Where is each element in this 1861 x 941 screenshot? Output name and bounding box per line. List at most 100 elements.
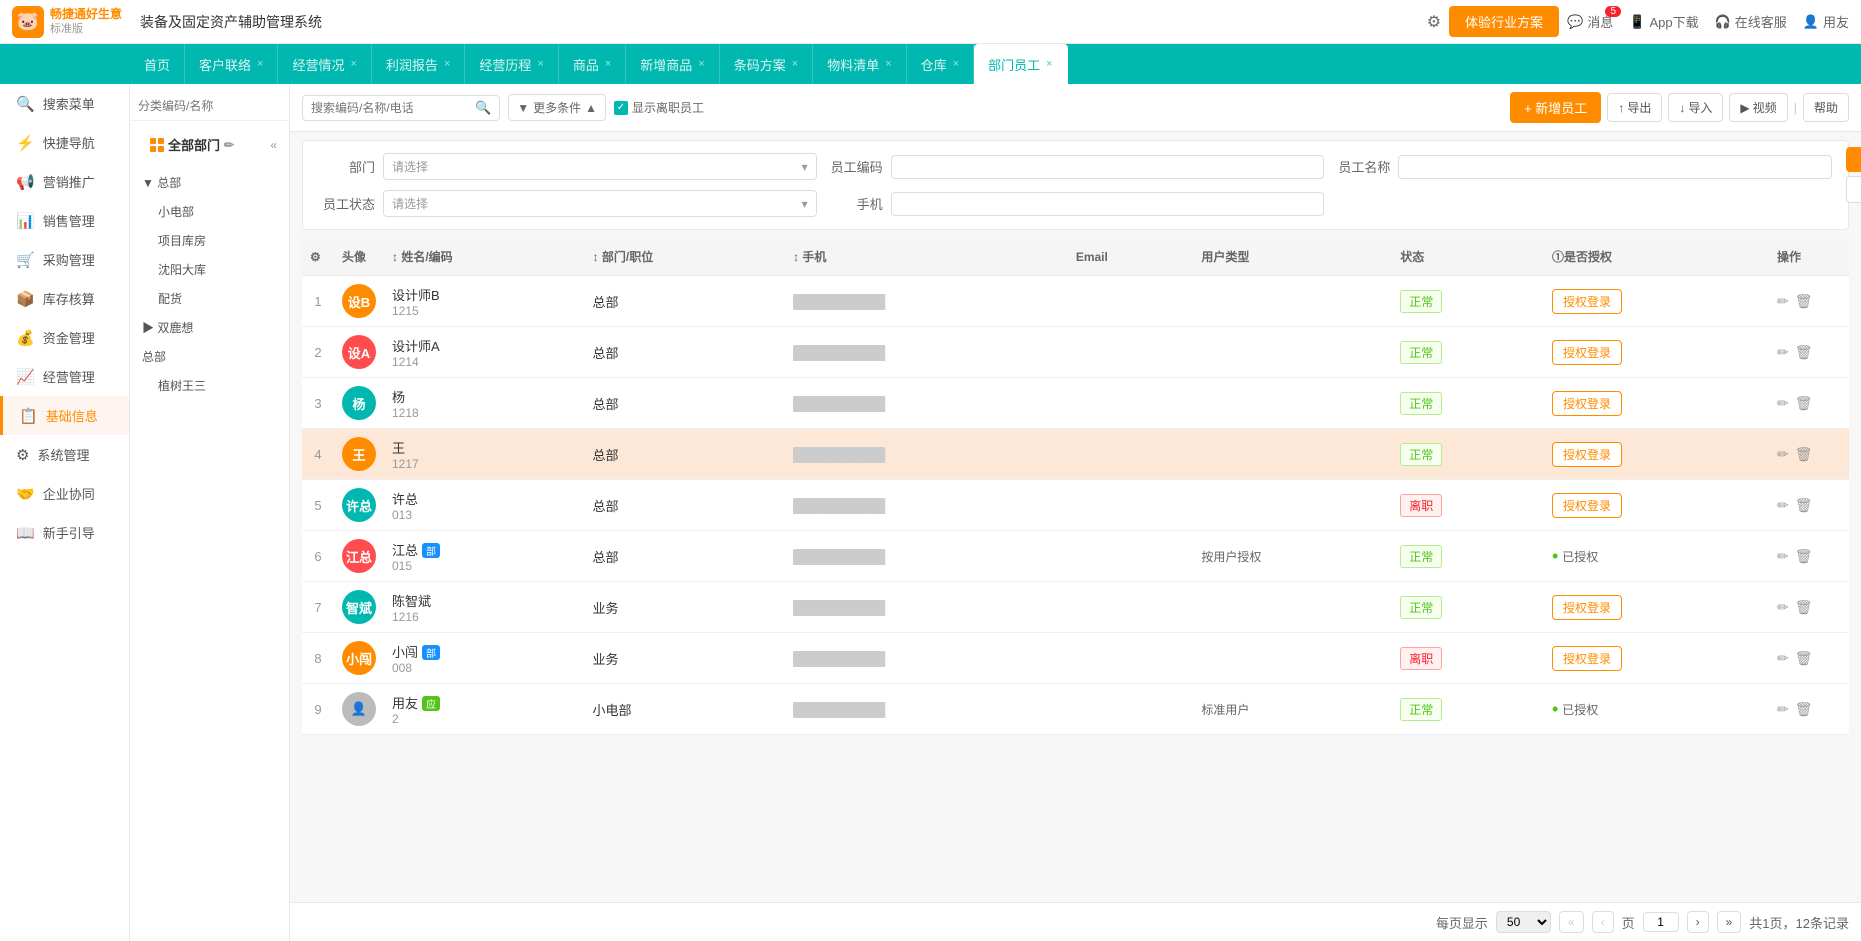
col-dept[interactable]: ↕ 部门/职位 [585, 238, 786, 276]
dept-node[interactable]: ▶ 双鹿想 [130, 313, 289, 342]
search-icon[interactable]: 🔍 [475, 100, 491, 116]
auth-btn[interactable]: 授权登录 [1552, 595, 1622, 620]
col-email-cell [1068, 531, 1194, 582]
dept-node[interactable]: 沈阳大库 [130, 255, 289, 284]
more-filter-btn[interactable]: ▼ 更多条件 ▲ [508, 94, 606, 121]
delete-btn[interactable]: 🗑 [1795, 293, 1813, 310]
trial-btn[interactable]: 体验行业方案 [1449, 6, 1559, 37]
nav-tab[interactable]: 首页 [130, 44, 185, 84]
reset-btn[interactable]: 设置 [1846, 176, 1861, 203]
edit-btn[interactable]: ✏ [1777, 497, 1789, 514]
sidebar-item-system[interactable]: ⚙ 系统管理 [0, 435, 129, 474]
auth-btn[interactable]: 授权登录 [1552, 340, 1622, 365]
auth-btn[interactable]: 授权登录 [1552, 391, 1622, 416]
sidebar-item-purchase[interactable]: 🛒 采购管理 [0, 240, 129, 279]
nav-tab[interactable]: 部门员工× [974, 44, 1067, 84]
dept-panel: 🔍 全部部门 ✏ « ▼ 总部小电部项目库房沈阳大库配货▶ 双鹿想总部植树王三 [130, 84, 290, 941]
edit-btn[interactable]: ✏ [1777, 293, 1789, 310]
filter-empcode-input[interactable] [891, 155, 1325, 179]
delete-btn[interactable]: 🗑 [1795, 599, 1813, 616]
nav-tab[interactable]: 条码方案× [720, 44, 813, 84]
delete-btn[interactable]: 🗑 [1795, 344, 1813, 361]
filter-empname-input[interactable] [1398, 155, 1832, 179]
auth-btn[interactable]: 授权登录 [1552, 289, 1622, 314]
dept-node[interactable]: 总部 [130, 342, 289, 371]
next-page-btn[interactable]: › [1687, 911, 1709, 933]
col-settings[interactable]: ⚙ [302, 238, 334, 276]
edit-btn[interactable]: ✏ [1777, 650, 1789, 667]
last-page-btn[interactable]: » [1717, 911, 1742, 933]
action-btns: ✏ 🗑 [1777, 344, 1841, 361]
page-number-input[interactable] [1643, 912, 1679, 932]
dept-node[interactable]: 植树王三 [130, 371, 289, 400]
sidebar-item-quick[interactable]: ⚡ 快捷导航 [0, 123, 129, 162]
online-service-action[interactable]: 🎧 在线客服 [1715, 12, 1787, 31]
sidebar-item-sales[interactable]: 📊 销售管理 [0, 201, 129, 240]
table-header-row: ⚙ 头像 ↕ 姓名/编码 ↕ 部门/职位 ↕ 手机 Email 用户类型 状态 … [302, 238, 1849, 276]
view-btn[interactable]: ▶ 视频 [1729, 93, 1787, 122]
dept-collapse-btn[interactable]: « [266, 134, 281, 156]
add-employee-btn[interactable]: + 新增员工 [1510, 92, 1601, 123]
delete-btn[interactable]: 🗑 [1795, 548, 1813, 565]
nav-tab[interactable]: 新增商品× [626, 44, 719, 84]
user-type: 按用户授权 [1201, 550, 1261, 564]
sidebar-item-marketing[interactable]: 📢 营销推广 [0, 162, 129, 201]
nav-tab[interactable]: 经营历程× [465, 44, 558, 84]
delete-btn[interactable]: 🗑 [1795, 395, 1813, 412]
dept-edit-icon[interactable]: ✏ [224, 138, 234, 152]
dept-node[interactable]: 项目库房 [130, 226, 289, 255]
sidebar-item-corp[interactable]: 🤝 企业协同 [0, 474, 129, 513]
sidebar-item-operation[interactable]: 📈 经营管理 [0, 357, 129, 396]
nav-tab[interactable]: 仓库× [907, 44, 974, 84]
nav-tab[interactable]: 物料清单× [813, 44, 906, 84]
nav-tab[interactable]: 经营情况× [278, 44, 371, 84]
view-icon: ▶ [1740, 101, 1749, 115]
auth-btn[interactable]: 授权登录 [1552, 493, 1622, 518]
sidebar-item-basic[interactable]: 📋 基础信息 [0, 396, 129, 435]
export-btn[interactable]: ↑ 导出 [1607, 93, 1662, 122]
dept-node[interactable]: 配货 [130, 284, 289, 313]
import-btn[interactable]: ↓ 导入 [1668, 93, 1723, 122]
prev-page-btn[interactable]: ‹ [1592, 911, 1614, 933]
delete-btn[interactable]: 🗑 [1795, 497, 1813, 514]
sidebar-item-finance[interactable]: 💰 资金管理 [0, 318, 129, 357]
sidebar-item-stock[interactable]: 📦 库存核算 [0, 279, 129, 318]
edit-btn[interactable]: ✏ [1777, 599, 1789, 616]
sidebar-item-guide[interactable]: 📖 新手引导 [0, 513, 129, 552]
auth-btn[interactable]: 授权登录 [1552, 646, 1622, 671]
sidebar-item-search[interactable]: 🔍 搜索菜单 [0, 84, 129, 123]
auth-btn[interactable]: 授权登录 [1552, 442, 1622, 467]
delete-btn[interactable]: 🗑 [1795, 701, 1813, 718]
message-action[interactable]: 💬 消息 5 [1567, 12, 1613, 31]
col-name[interactable]: ↕ 姓名/编码 [384, 238, 585, 276]
edit-btn[interactable]: ✏ [1777, 395, 1789, 412]
name-tag: 部 [422, 645, 440, 660]
dept-node[interactable]: ▼ 总部 [130, 168, 289, 197]
search-input[interactable] [311, 101, 471, 115]
user-action[interactable]: 👤 用友 [1803, 12, 1849, 31]
nav-tab[interactable]: 商品× [559, 44, 626, 84]
delete-btn[interactable]: 🗑 [1795, 446, 1813, 463]
dept-node[interactable]: 小电部 [130, 197, 289, 226]
show-resigned-toggle[interactable]: ✓ 显示离职员工 [614, 99, 704, 116]
edit-btn[interactable]: ✏ [1777, 701, 1789, 718]
col-phone-cell: ██████████ [785, 480, 1068, 531]
col-phone[interactable]: ↕ 手机 [785, 238, 1068, 276]
filter-phone-input[interactable] [891, 192, 1325, 216]
filter-status-select[interactable]: 请选择 ▾ [383, 190, 817, 217]
edit-btn[interactable]: ✏ [1777, 344, 1789, 361]
filter-dept-select[interactable]: 请选择 ▾ [383, 153, 817, 180]
app-download-action[interactable]: 📱 App下载 [1629, 12, 1698, 31]
nav-tab[interactable]: 客户联络× [185, 44, 278, 84]
dept-value: 总部 [593, 550, 619, 565]
page-size-select[interactable]: 50 100 [1496, 911, 1551, 933]
query-btn[interactable]: 查询 [1846, 147, 1861, 172]
edit-btn[interactable]: ✏ [1777, 548, 1789, 565]
edit-btn[interactable]: ✏ [1777, 446, 1789, 463]
settings-icon[interactable]: ⚙ [1427, 12, 1441, 32]
dept-search-input[interactable] [138, 99, 290, 113]
nav-tab[interactable]: 利润报告× [372, 44, 465, 84]
first-page-btn[interactable]: « [1559, 911, 1584, 933]
delete-btn[interactable]: 🗑 [1795, 650, 1813, 667]
help-btn[interactable]: 帮助 [1803, 93, 1849, 122]
